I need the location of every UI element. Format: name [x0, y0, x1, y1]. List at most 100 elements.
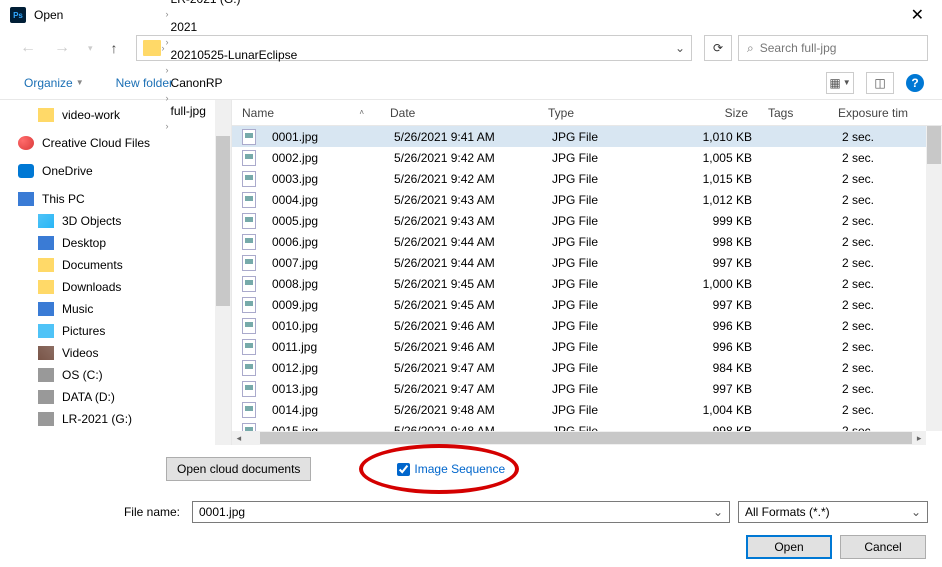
file-row[interactable]: 0002.jpg5/26/2021 9:42 AMJPG File1,005 K… [232, 147, 942, 168]
file-row[interactable]: 0006.jpg5/26/2021 9:44 AMJPG File998 KB2… [232, 231, 942, 252]
breadcrumb-segment[interactable]: LR-2021 (G:) [166, 0, 303, 6]
chevron-right-icon: › [166, 9, 169, 19]
sidebar-item[interactable]: Downloads [0, 276, 231, 298]
navigation-sidebar[interactable]: video-work Creative Cloud Files OneDrive Th… [0, 100, 232, 445]
view-options-button[interactable]: ▦ ▼ [826, 72, 854, 94]
breadcrumb-segment[interactable]: 20210525-LunarEclipse [166, 48, 303, 62]
file-row[interactable]: 0014.jpg5/26/2021 9:48 AMJPG File1,004 K… [232, 399, 942, 420]
file-icon [242, 234, 256, 250]
breadcrumb-segment[interactable]: 2021 [166, 20, 303, 34]
file-name: 0001.jpg [262, 130, 384, 144]
file-row[interactable]: 0013.jpg5/26/2021 9:47 AMJPG File997 KB2… [232, 378, 942, 399]
file-icon [242, 276, 256, 292]
file-icon [242, 339, 256, 355]
file-scrollbar-vertical[interactable] [926, 126, 942, 431]
file-size: 984 KB [666, 361, 762, 375]
sidebar-scrollbar[interactable] [215, 100, 231, 445]
open-cloud-documents-button[interactable]: Open cloud documents [166, 457, 311, 481]
sidebar-item[interactable]: OneDrive [0, 160, 231, 182]
sidebar-item[interactable]: Documents [0, 254, 231, 276]
file-name: 0005.jpg [262, 214, 384, 228]
address-dropdown[interactable]: ⌄ [675, 41, 685, 55]
file-icon [242, 150, 256, 166]
sidebar-item[interactable]: LR-2021 (G:) [0, 408, 231, 430]
sidebar-item[interactable]: Pictures [0, 320, 231, 342]
sidebar-item[interactable]: Creative Cloud Files [0, 132, 231, 154]
column-headers[interactable]: Name˄ Date Type Size Tags Exposure tim [232, 100, 942, 126]
search-icon: ⌕ [747, 41, 754, 56]
new-folder-button[interactable]: New folder [110, 76, 179, 90]
file-date: 5/26/2021 9:48 AM [384, 403, 542, 417]
address-bar[interactable]: › This PC›LR-2021 (G:)›2021›20210525-Lun… [136, 35, 692, 61]
column-size[interactable]: Size [662, 106, 758, 120]
file-scrollbar-horizontal[interactable]: ◂▸ [232, 431, 926, 445]
sidebar-item[interactable]: Music [0, 298, 231, 320]
sidebar-item-label: DATA (D:) [62, 390, 115, 404]
file-size: 1,005 KB [666, 151, 762, 165]
column-date[interactable]: Date [380, 106, 538, 120]
file-icon [242, 297, 256, 313]
filename-dropdown-icon[interactable]: ⌄ [713, 505, 723, 519]
file-row[interactable]: 0009.jpg5/26/2021 9:45 AMJPG File997 KB2… [232, 294, 942, 315]
refresh-button[interactable]: ⟳ [704, 35, 732, 61]
file-row[interactable]: 0001.jpg5/26/2021 9:41 AMJPG File1,010 K… [232, 126, 942, 147]
file-type: JPG File [542, 319, 666, 333]
image-sequence-checkbox[interactable]: Image Sequence [397, 462, 505, 476]
folder-icon [143, 40, 161, 56]
cancel-button[interactable]: Cancel [840, 535, 926, 559]
file-date: 5/26/2021 9:46 AM [384, 340, 542, 354]
file-name: 0014.jpg [262, 403, 384, 417]
format-dropdown-icon[interactable]: ⌄ [911, 505, 921, 519]
sidebar-item[interactable]: OS (C:) [0, 364, 231, 386]
file-type: JPG File [542, 361, 666, 375]
file-row[interactable]: 0011.jpg5/26/2021 9:46 AMJPG File996 KB2… [232, 336, 942, 357]
sidebar-item[interactable]: Videos [0, 342, 231, 364]
column-name[interactable]: Name˄ [232, 106, 380, 120]
file-date: 5/26/2021 9:42 AM [384, 172, 542, 186]
file-type: JPG File [542, 130, 666, 144]
sidebar-item[interactable]: 3D Objects [0, 210, 231, 232]
sidebar-item[interactable]: video-work [0, 104, 231, 126]
breadcrumb-segment[interactable]: CanonRP [166, 76, 303, 90]
file-icon [242, 129, 256, 145]
file-icon [242, 381, 256, 397]
up-button[interactable]: ↑ [105, 40, 124, 56]
file-row[interactable]: 0010.jpg5/26/2021 9:46 AMJPG File996 KB2… [232, 315, 942, 336]
file-size: 996 KB [666, 340, 762, 354]
recent-dropdown[interactable]: ▾ [82, 43, 99, 54]
file-name: 0013.jpg [262, 382, 384, 396]
file-name: 0008.jpg [262, 277, 384, 291]
filename-input[interactable]: 0001.jpg ⌄ [192, 501, 730, 523]
sidebar-item[interactable]: Desktop [0, 232, 231, 254]
file-row[interactable]: 0005.jpg5/26/2021 9:43 AMJPG File999 KB2… [232, 210, 942, 231]
preview-pane-button[interactable]: ◫ [866, 72, 894, 94]
file-row[interactable]: 0004.jpg5/26/2021 9:43 AMJPG File1,012 K… [232, 189, 942, 210]
sidebar-item-label: 3D Objects [62, 214, 121, 228]
back-button[interactable]: ← [14, 39, 42, 57]
file-icon [242, 192, 256, 208]
close-button[interactable]: ✕ [903, 5, 932, 25]
column-tags[interactable]: Tags [758, 106, 828, 120]
forward-button[interactable]: → [48, 39, 76, 57]
sidebar-item-label: Creative Cloud Files [42, 136, 150, 150]
column-exposure[interactable]: Exposure tim [828, 106, 942, 120]
column-type[interactable]: Type [538, 106, 662, 120]
od-icon [18, 164, 34, 178]
sidebar-item[interactable]: This PC [0, 188, 231, 210]
file-list[interactable]: 0001.jpg5/26/2021 9:41 AMJPG File1,010 K… [232, 126, 942, 445]
file-name: 0007.jpg [262, 256, 384, 270]
file-format-select[interactable]: All Formats (*.*) ⌄ [738, 501, 928, 523]
organize-menu[interactable]: Organize ▼ [18, 76, 90, 90]
file-name: 0003.jpg [262, 172, 384, 186]
search-input[interactable]: ⌕ Search full-jpg [738, 35, 928, 61]
file-row[interactable]: 0012.jpg5/26/2021 9:47 AMJPG File984 KB2… [232, 357, 942, 378]
file-size: 1,015 KB [666, 172, 762, 186]
chevron-right-icon: › [166, 37, 169, 47]
open-button[interactable]: Open [746, 535, 832, 559]
file-type: JPG File [542, 382, 666, 396]
file-row[interactable]: 0008.jpg5/26/2021 9:45 AMJPG File1,000 K… [232, 273, 942, 294]
file-row[interactable]: 0003.jpg5/26/2021 9:42 AMJPG File1,015 K… [232, 168, 942, 189]
file-row[interactable]: 0007.jpg5/26/2021 9:44 AMJPG File997 KB2… [232, 252, 942, 273]
sidebar-item[interactable]: DATA (D:) [0, 386, 231, 408]
help-icon[interactable]: ? [906, 74, 924, 92]
